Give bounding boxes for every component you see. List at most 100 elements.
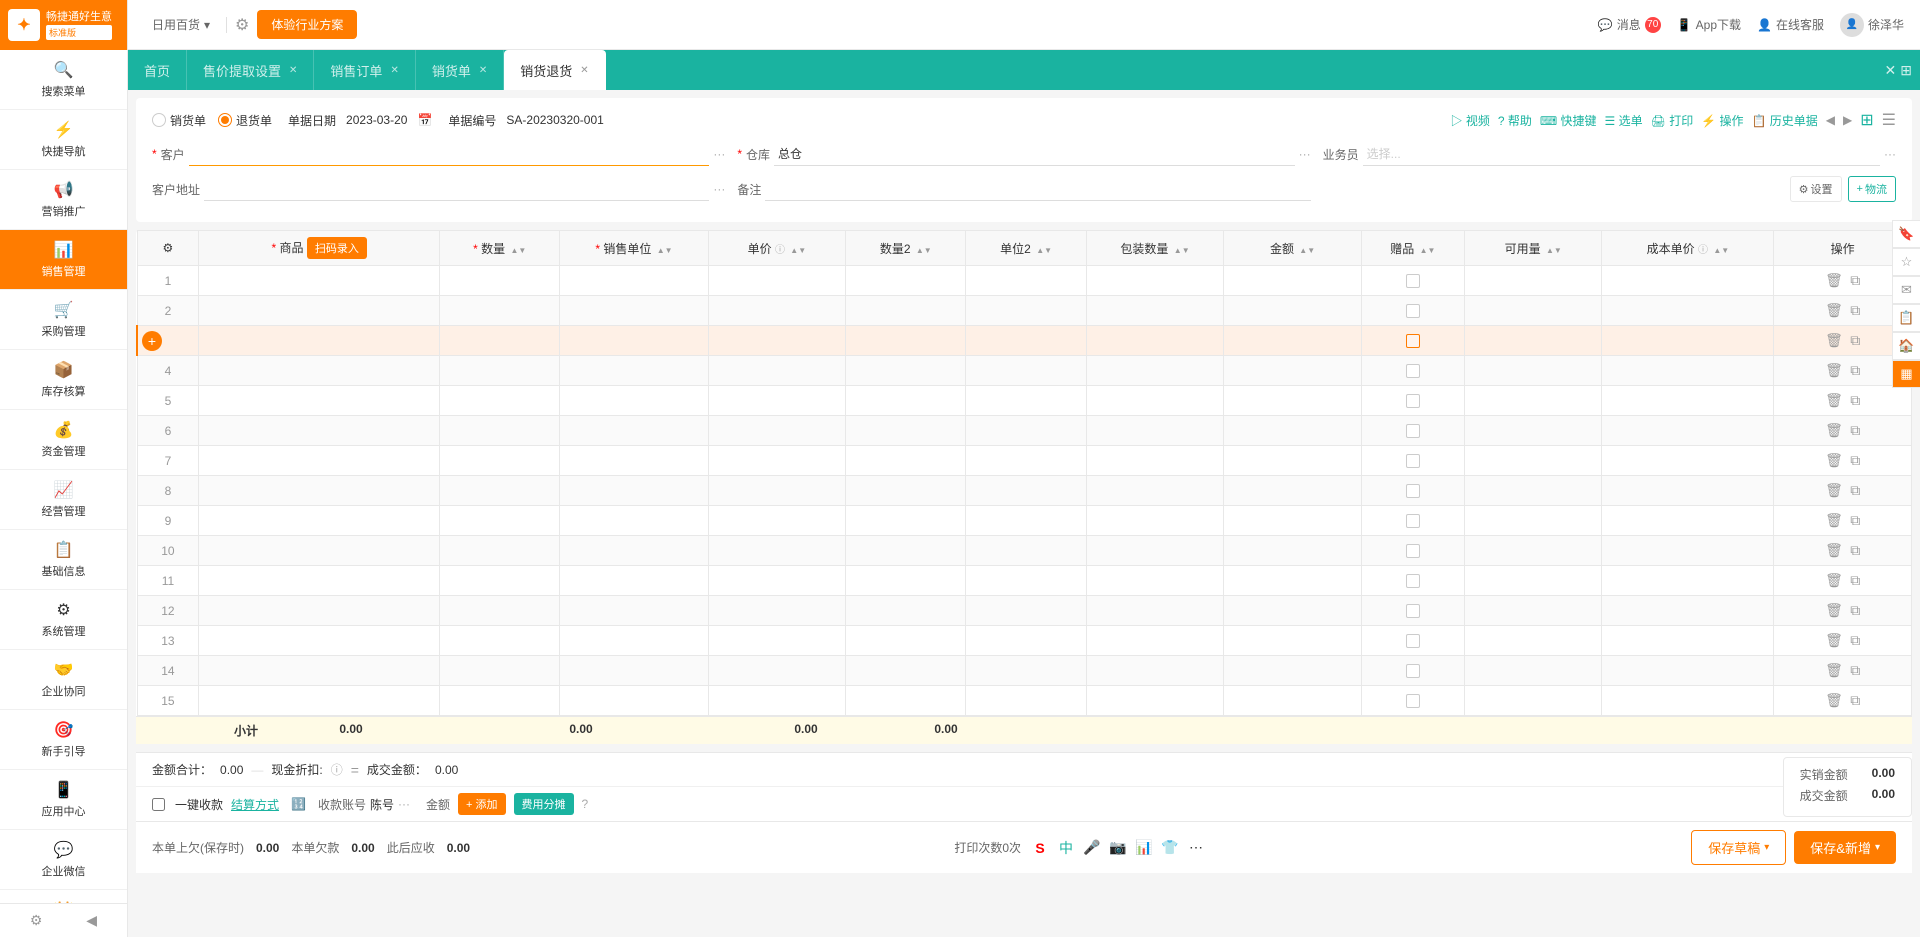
cell-available-12[interactable]: [1464, 596, 1602, 626]
tab-sales[interactable]: 销货单 ✕: [416, 50, 504, 90]
action-next[interactable]: ▶: [1843, 113, 1852, 127]
sidebar-item-9[interactable]: ⚙系统管理: [0, 590, 127, 650]
experience-btn[interactable]: 体验行业方案: [257, 10, 357, 39]
sidebar-item-14[interactable]: 👑畅会员: [0, 890, 127, 903]
cell-unit2-7[interactable]: [966, 446, 1086, 476]
gift-checkbox-2[interactable]: [1406, 304, 1420, 318]
sidebar-item-13[interactable]: 💬企业微信: [0, 830, 127, 890]
cell-amount-3[interactable]: [1224, 326, 1362, 356]
delete-icon-15[interactable]: 🗑: [1825, 692, 1843, 708]
sidebar-settings-icon[interactable]: ⚙: [30, 912, 43, 929]
radio-sales[interactable]: 销货单: [152, 112, 206, 129]
warehouse-dots-btn[interactable]: ···: [1299, 147, 1311, 161]
payment-help-icon[interactable]: ?: [582, 797, 589, 811]
cell-cost-price-9[interactable]: [1602, 506, 1774, 536]
copy-icon-12[interactable]: ⧉: [1850, 602, 1860, 618]
cell-pack-qty-11[interactable]: [1086, 566, 1224, 596]
cell-unit2-15[interactable]: [966, 686, 1086, 716]
cell-price-12[interactable]: [708, 596, 846, 626]
add-row-btn[interactable]: +: [142, 331, 162, 351]
sidebar-item-10[interactable]: 🤝企业协同: [0, 650, 127, 710]
action-help[interactable]: ? 帮助: [1498, 112, 1532, 129]
service-btn[interactable]: 👤 在线客服: [1757, 16, 1824, 33]
copy-icon-10[interactable]: ⧉: [1850, 542, 1860, 558]
copy-icon-3[interactable]: ⧉: [1850, 332, 1860, 348]
action-prev[interactable]: ◀: [1826, 113, 1835, 127]
gift-checkbox-11[interactable]: [1406, 574, 1420, 588]
delete-icon-1[interactable]: 🗑: [1825, 272, 1843, 288]
cell-qty2-3[interactable]: [846, 326, 966, 356]
cell-qty2-5[interactable]: [846, 386, 966, 416]
cell-qty-12[interactable]: [440, 596, 560, 626]
cell-pack-qty-13[interactable]: [1086, 626, 1224, 656]
delete-icon-8[interactable]: 🗑: [1825, 482, 1843, 498]
cell-pack-qty-5[interactable]: [1086, 386, 1224, 416]
tab-sales-order[interactable]: 销售订单 ✕: [314, 50, 415, 90]
tab-home[interactable]: 首页: [128, 50, 187, 90]
cell-qty-5[interactable]: [440, 386, 560, 416]
staff-dots-btn[interactable]: ···: [1884, 147, 1896, 161]
split-btn[interactable]: 费用分摊: [514, 793, 574, 815]
cell-product-12[interactable]: [199, 596, 440, 626]
cell-product-10[interactable]: [199, 536, 440, 566]
cell-unit-11[interactable]: [560, 566, 708, 596]
cell-amount-10[interactable]: [1224, 536, 1362, 566]
cell-cost-price-11[interactable]: [1602, 566, 1774, 596]
delete-icon-13[interactable]: 🗑: [1825, 632, 1843, 648]
cell-price-5[interactable]: [708, 386, 846, 416]
cell-cost-price-3[interactable]: [1602, 326, 1774, 356]
cell-qty-10[interactable]: [440, 536, 560, 566]
delete-icon-4[interactable]: 🗑: [1825, 362, 1843, 378]
cell-product-5[interactable]: [199, 386, 440, 416]
cell-qty2-9[interactable]: [846, 506, 966, 536]
cell-pack-qty-6[interactable]: [1086, 416, 1224, 446]
cell-available-1[interactable]: [1464, 266, 1602, 296]
user-info[interactable]: 👤 徐泽华: [1840, 13, 1904, 37]
cell-price-9[interactable]: [708, 506, 846, 536]
copy-icon-11[interactable]: ⧉: [1850, 572, 1860, 588]
cell-qty2-1[interactable]: [846, 266, 966, 296]
cell-product-2[interactable]: [199, 296, 440, 326]
action-select[interactable]: ☰ 选单: [1605, 112, 1643, 129]
cell-unit2-12[interactable]: [966, 596, 1086, 626]
cell-product-15[interactable]: [199, 686, 440, 716]
address-input[interactable]: [204, 177, 709, 201]
sidebar-item-5[interactable]: 📦库存核算: [0, 350, 127, 410]
cell-qty-4[interactable]: [440, 356, 560, 386]
cell-pack-qty-9[interactable]: [1086, 506, 1224, 536]
delete-icon-12[interactable]: 🗑: [1825, 602, 1843, 618]
action-shortcut[interactable]: ⌨ 快捷键: [1540, 112, 1597, 129]
cell-product-11[interactable]: [199, 566, 440, 596]
cell-available-2[interactable]: [1464, 296, 1602, 326]
gift-checkbox-12[interactable]: [1406, 604, 1420, 618]
cell-available-7[interactable]: [1464, 446, 1602, 476]
cell-pack-qty-8[interactable]: [1086, 476, 1224, 506]
cell-available-6[interactable]: [1464, 416, 1602, 446]
topbar-settings-icon[interactable]: ⚙: [235, 15, 249, 35]
copy-icon-1[interactable]: ⧉: [1850, 272, 1860, 288]
radio-returns[interactable]: 退货单: [218, 112, 272, 129]
sidebar-item-0[interactable]: 🔍搜索菜单: [0, 50, 127, 110]
cell-product-14[interactable]: [199, 656, 440, 686]
cell-unit-4[interactable]: [560, 356, 708, 386]
calc-info-icon[interactable]: ⓘ: [331, 761, 343, 778]
cell-unit-13[interactable]: [560, 626, 708, 656]
copy-icon-7[interactable]: ⧉: [1850, 452, 1860, 468]
cell-available-4[interactable]: [1464, 356, 1602, 386]
cell-unit2-6[interactable]: [966, 416, 1086, 446]
copy-icon-13[interactable]: ⧉: [1850, 632, 1860, 648]
cell-qty-6[interactable]: [440, 416, 560, 446]
sidebar-item-12[interactable]: 📱应用中心: [0, 770, 127, 830]
copy-icon-5[interactable]: ⧉: [1850, 392, 1860, 408]
add-payment-btn[interactable]: + 添加: [458, 793, 506, 815]
cell-price-8[interactable]: [708, 476, 846, 506]
action-video[interactable]: ▷ 视频: [1451, 112, 1490, 129]
cell-price-14[interactable]: [708, 656, 846, 686]
cell-cost-price-5[interactable]: [1602, 386, 1774, 416]
cell-qty2-10[interactable]: [846, 536, 966, 566]
cell-qty2-6[interactable]: [846, 416, 966, 446]
cell-available-15[interactable]: [1464, 686, 1602, 716]
cell-pack-qty-15[interactable]: [1086, 686, 1224, 716]
save-draft-btn[interactable]: 保存草稿 ▾: [1691, 830, 1786, 865]
cell-pack-qty-12[interactable]: [1086, 596, 1224, 626]
